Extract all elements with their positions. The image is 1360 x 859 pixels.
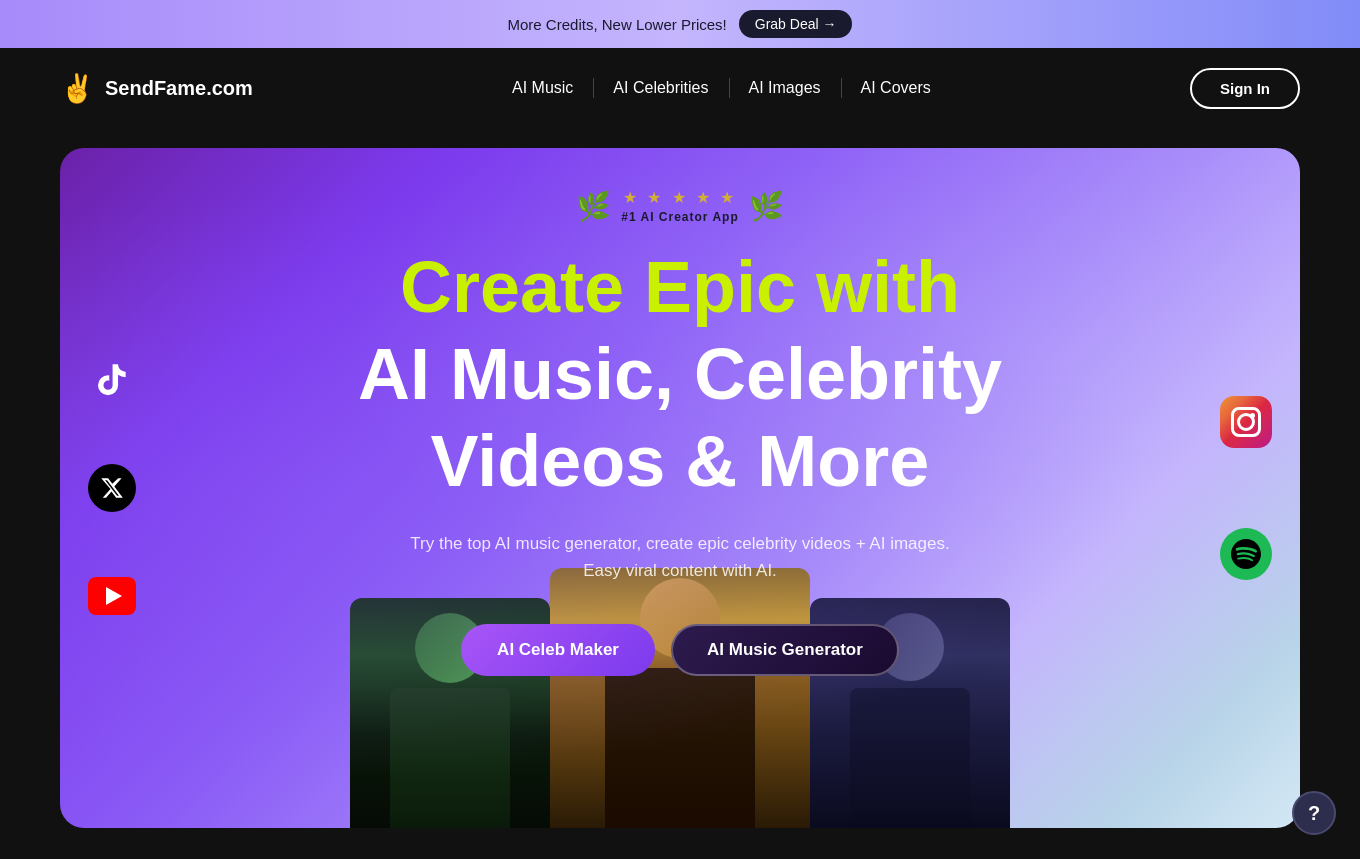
badge-row: 🌿 ★ ★ ★ ★ ★ #1 AI Creator App 🌿	[80, 188, 1280, 224]
social-icons-left	[88, 148, 136, 828]
instagram-icon[interactable]	[1220, 396, 1272, 448]
help-button[interactable]: ?	[1292, 791, 1336, 835]
celeb-maker-button[interactable]: AI Celeb Maker	[461, 624, 655, 676]
laurel-right: 🌿	[749, 190, 784, 223]
hero-wrapper: 🌿 ★ ★ ★ ★ ★ #1 AI Creator App 🌿 Create E…	[0, 128, 1360, 828]
spotify-icon[interactable]	[1220, 528, 1272, 580]
hero-subtitle-line2: Easy viral content with AI.	[583, 561, 777, 580]
badge-center: ★ ★ ★ ★ ★ #1 AI Creator App	[621, 188, 738, 224]
logo-link[interactable]: ✌️ SendFame.com	[60, 72, 253, 105]
hero-subtitle: Try the top AI music generator, create e…	[80, 530, 1280, 584]
logo-emoji: ✌️	[60, 72, 95, 105]
hero-buttons: AI Celeb Maker AI Music Generator	[80, 624, 1280, 676]
nav-ai-music[interactable]: AI Music	[512, 79, 573, 96]
twitter-icon[interactable]	[88, 464, 136, 512]
top-banner: More Credits, New Lower Prices! Grab Dea…	[0, 0, 1360, 48]
signin-button[interactable]: Sign In	[1190, 68, 1300, 109]
nav-ai-images[interactable]: AI Images	[749, 79, 821, 96]
social-icons-right	[1220, 148, 1272, 828]
navbar: ✌️ SendFame.com AI Music AI Celebrities …	[0, 48, 1360, 128]
tiktok-icon[interactable]	[88, 356, 136, 404]
badge-text: #1 AI Creator App	[621, 210, 738, 224]
badge-stars: ★ ★ ★ ★ ★	[623, 188, 738, 207]
nav-ai-celebrities[interactable]: AI Celebrities	[613, 79, 708, 96]
hero-title-line1: Create Epic with	[80, 248, 1280, 327]
hero-subtitle-line1: Try the top AI music generator, create e…	[410, 534, 949, 553]
youtube-icon[interactable]	[88, 572, 136, 620]
logo-text: SendFame.com	[105, 77, 253, 100]
hero-title-line2: AI Music, Celebrity	[80, 335, 1280, 414]
banner-text: More Credits, New Lower Prices!	[508, 16, 727, 33]
music-generator-button[interactable]: AI Music Generator	[671, 624, 899, 676]
nav-links: AI Music AI Celebrities AI Images AI Cov…	[492, 79, 951, 97]
hero-content: 🌿 ★ ★ ★ ★ ★ #1 AI Creator App 🌿 Create E…	[60, 148, 1300, 736]
nav-ai-covers[interactable]: AI Covers	[861, 79, 931, 96]
grab-deal-button[interactable]: Grab Deal →	[739, 10, 853, 38]
laurel-left: 🌿	[576, 190, 611, 223]
hero-card: 🌿 ★ ★ ★ ★ ★ #1 AI Creator App 🌿 Create E…	[60, 148, 1300, 828]
hero-title-line3: Videos & More	[80, 422, 1280, 501]
